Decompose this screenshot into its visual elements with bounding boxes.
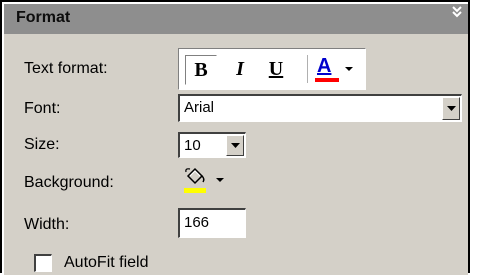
chevron-down-icon[interactable] — [345, 67, 353, 72]
panel-titlebar: Format — [4, 4, 468, 34]
size-value: 10 — [184, 137, 201, 154]
panel-title: Format — [16, 9, 71, 26]
size-dropdown-button[interactable] — [226, 135, 244, 156]
font-color-glyph: A — [317, 55, 332, 77]
paint-bucket-icon — [185, 167, 205, 185]
toolbar-separator — [307, 55, 308, 83]
chevron-down-icon — [231, 143, 240, 148]
bold-button[interactable]: B — [185, 55, 217, 85]
font-dropdown-button[interactable] — [442, 97, 460, 120]
font-label: Font: — [24, 100, 61, 117]
background-color-button[interactable] — [182, 166, 226, 196]
chevron-down-icon — [447, 106, 456, 111]
font-value: Arial — [184, 99, 215, 116]
text-format-label: Text format: — [24, 60, 108, 77]
width-label: Width: — [24, 216, 70, 233]
font-color-swatch — [315, 78, 339, 82]
size-select[interactable]: 10 — [178, 132, 246, 158]
text-format-toolbar: B I U A — [178, 48, 366, 90]
background-color-swatch — [184, 188, 206, 193]
font-select[interactable]: Arial — [178, 94, 462, 122]
background-label: Background: — [24, 174, 114, 191]
font-color-button[interactable]: A — [315, 55, 355, 83]
autofit-label[interactable]: AutoFit field — [64, 254, 148, 272]
underline-button[interactable]: U — [261, 55, 291, 83]
italic-button[interactable]: I — [225, 55, 255, 83]
size-label: Size: — [24, 136, 60, 153]
width-input[interactable]: 166 — [178, 208, 246, 238]
autofit-checkbox[interactable] — [34, 254, 52, 272]
collapse-icon[interactable] — [452, 6, 462, 18]
width-value: 166 — [184, 214, 210, 231]
chevron-down-icon[interactable] — [216, 178, 224, 183]
